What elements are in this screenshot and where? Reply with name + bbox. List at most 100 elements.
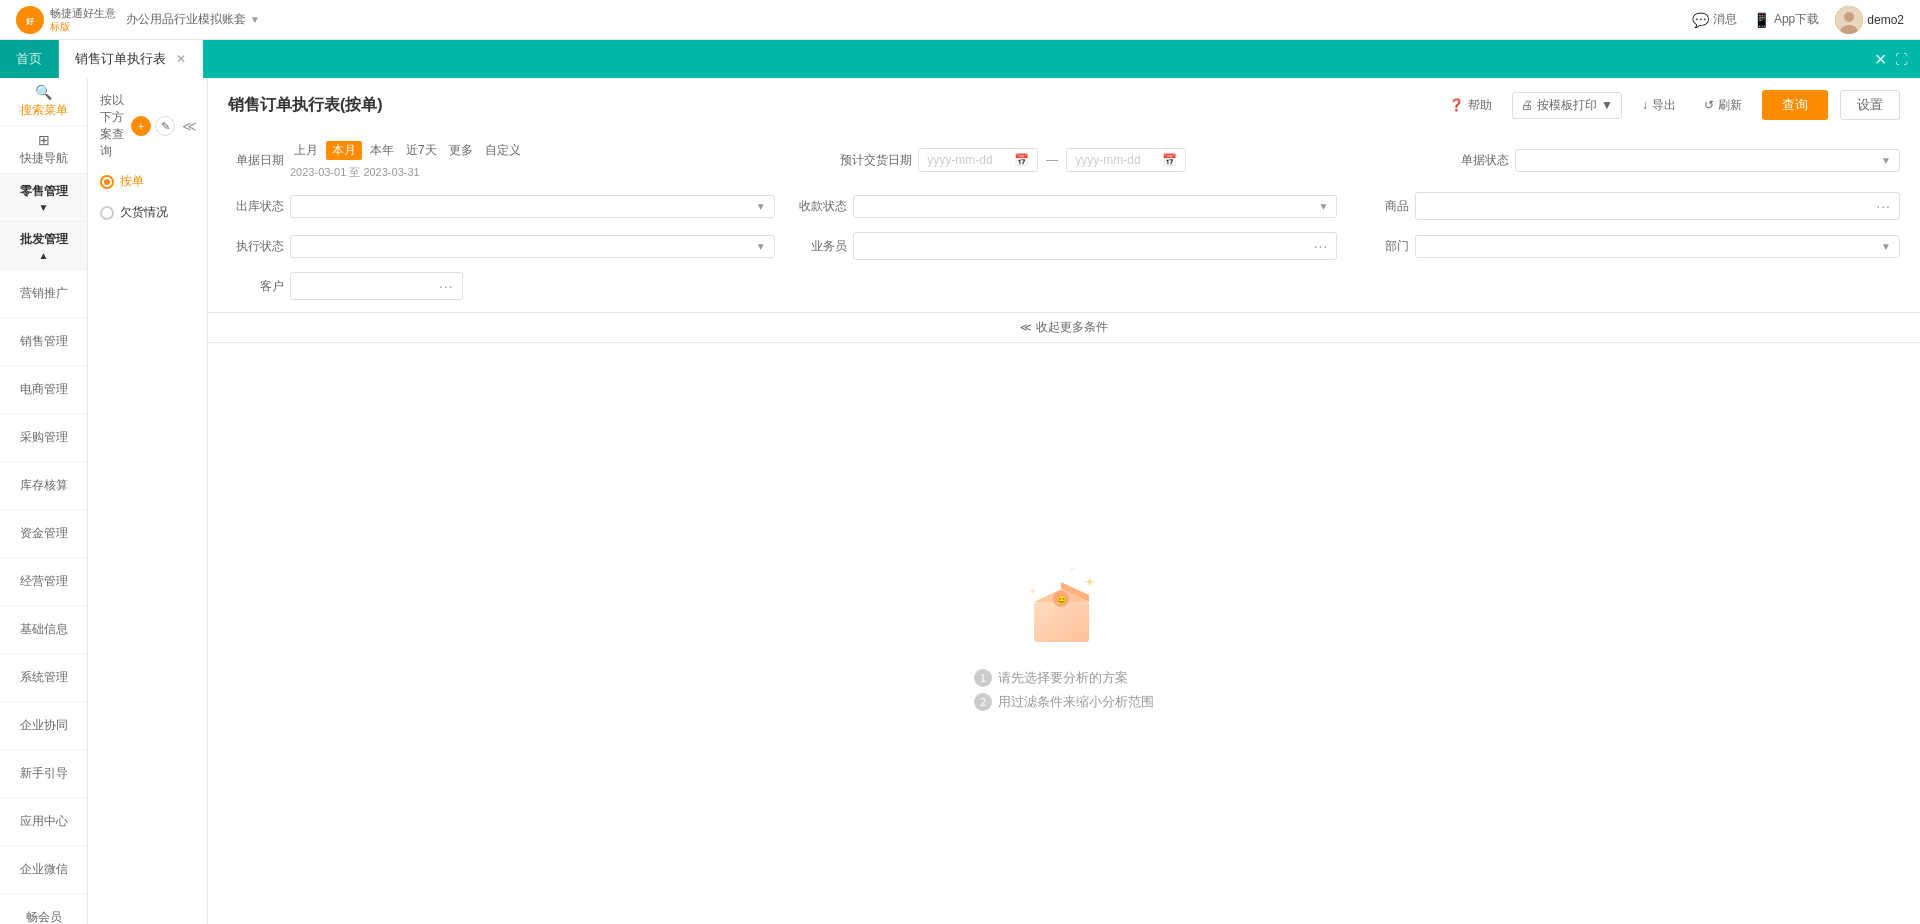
scheme-active-dot [104, 179, 110, 185]
settings-button[interactable]: 设置 [1840, 90, 1900, 120]
app-download-icon: 📱 [1753, 12, 1770, 28]
date-tab-this-year[interactable]: 本年 [366, 140, 398, 161]
page-title: 销售订单执行表(按单) [228, 95, 383, 116]
avatar [1835, 6, 1863, 34]
sidebar-item-wholesale[interactable]: 批发管理 ▲ [0, 222, 87, 270]
expected-date-from[interactable]: yyyy-mm-dd 📅 [918, 148, 1038, 172]
refresh-icon: ↺ [1704, 98, 1714, 112]
calendar-icon: 📅 [1014, 153, 1029, 167]
salesman-label: 业务员 [791, 238, 847, 255]
date-tab-this-month[interactable]: 本月 [326, 141, 362, 160]
template-print-button[interactable]: 🖨 按模板打印 ▼ [1512, 92, 1622, 119]
tab-maximize-icon[interactable]: ⛶ [1895, 52, 1908, 67]
sidebar-item-inventory[interactable]: 库存核算 [0, 462, 87, 510]
svg-text:✦: ✦ [1029, 586, 1037, 597]
date-tab-last-month[interactable]: 上月 [290, 140, 322, 161]
goods-more-icon: ··· [1876, 198, 1891, 214]
salesman-select[interactable]: ··· [853, 232, 1338, 260]
help-icon: ❓ [1449, 98, 1464, 112]
left-panel: 按以下方案查询 + ✎ ≪ 按单 欠货情况 [88, 78, 208, 924]
sidebar-item-operations[interactable]: 经营管理 [0, 558, 87, 606]
sidebar-quick-nav[interactable]: ⊞ 快捷导航 [0, 126, 87, 174]
sidebar-item-basic-info[interactable]: 基础信息 [0, 606, 87, 654]
date-tabs-row: 上月 本月 本年 近7天 更多 自定义 [290, 140, 525, 161]
tab-sales-order[interactable]: 销售订单执行表 ✕ [59, 40, 203, 78]
sidebar-item-enterprise-wechat[interactable]: 企业微信 [0, 846, 87, 894]
status-select[interactable]: ▼ [1515, 149, 1900, 172]
left-panel-header: 按以下方案查询 + ✎ ≪ [88, 86, 207, 166]
date-tab-more[interactable]: 更多 [445, 140, 477, 161]
customer-select[interactable]: ··· [290, 272, 463, 300]
empty-tip-1: 1 请先选择要分析的方案 [974, 669, 1154, 687]
execution-dropdown-icon: ▼ [756, 241, 766, 252]
expected-date-to[interactable]: yyyy-mm-dd 📅 [1066, 148, 1186, 172]
sidebar-item-finance[interactable]: 资金管理 [0, 510, 87, 558]
add-scheme-button[interactable]: + [131, 116, 151, 136]
scheme-active-indicator [100, 175, 114, 189]
tab-bar: 首页 销售订单执行表 ✕ ✕ ⛶ [0, 40, 1920, 78]
filter-outbound: 出库状态 ▼ [228, 195, 775, 218]
date-separator: — [1042, 153, 1062, 167]
print-dropdown-icon: ▼ [1601, 98, 1613, 112]
department-select[interactable]: ▼ [1415, 235, 1900, 258]
outbound-select[interactable]: ▼ [290, 195, 775, 218]
collapse-icon: ≪ [1020, 321, 1032, 334]
sidebar-item-member[interactable]: 畅会员 [0, 894, 87, 924]
page-header: 销售订单执行表(按单) ❓ 帮助 🖨 按模板打印 ▼ ↓ [208, 78, 1920, 128]
breadcrumb[interactable]: 办公用品行业模拟账套 ▼ [126, 11, 260, 28]
date-tabs: 上月 本月 本年 近7天 更多 自定义 [290, 140, 525, 161]
filter-goods: 商品 ··· [1353, 192, 1900, 220]
tab-minimize-icon[interactable]: ✕ [1874, 50, 1887, 69]
collection-label: 收款状态 [791, 198, 847, 215]
filter-department: 部门 ▼ [1353, 235, 1900, 258]
date-tab-custom[interactable]: 自定义 [481, 140, 525, 161]
query-button[interactable]: 查询 [1762, 90, 1828, 120]
user-area[interactable]: demo2 [1835, 6, 1904, 34]
filter-date: 单据日期 上月 本月 本年 近7天 更多 自定义 [228, 140, 824, 180]
execution-select[interactable]: ▼ [290, 235, 775, 258]
empty-tips: 1 请先选择要分析的方案 2 用过滤条件来缩小分析范围 [974, 669, 1154, 711]
sidebar-item-ecommerce[interactable]: 电商管理 [0, 366, 87, 414]
sidebar-item-app-center[interactable]: 应用中心 [0, 798, 87, 846]
logo-area[interactable]: 好 畅捷通好生意 标版 [16, 6, 116, 34]
refresh-button[interactable]: ↺ 刷新 [1696, 93, 1750, 118]
sidebar-item-purchase[interactable]: 采购管理 [0, 414, 87, 462]
page-header-actions: ❓ 帮助 🖨 按模板打印 ▼ ↓ 导出 ↺ [1441, 90, 1900, 120]
top-bar-left: 好 畅捷通好生意 标版 办公用品行业模拟账套 ▼ [16, 6, 260, 34]
scheme-item-order[interactable]: 按单 [88, 166, 207, 197]
filter-execution: 执行状态 ▼ [228, 235, 775, 258]
tab-home[interactable]: 首页 [0, 40, 59, 78]
export-button[interactable]: ↓ 导出 [1634, 93, 1684, 118]
sidebar-item-retail[interactable]: 零售管理 ▼ [0, 174, 87, 222]
collapse-panel-button[interactable]: ≪ [179, 116, 199, 136]
sidebar-item-system[interactable]: 系统管理 [0, 654, 87, 702]
message-button[interactable]: 💬 消息 [1692, 11, 1737, 28]
tab-close-icon[interactable]: ✕ [176, 52, 186, 66]
sidebar-item-sales[interactable]: 销售管理 [0, 318, 87, 366]
collection-select[interactable]: ▼ [853, 195, 1338, 218]
date-range-display: 2023-03-01 至 2023-03-31 [290, 165, 525, 180]
edit-scheme-button[interactable]: ✎ [155, 116, 175, 136]
sidebar-item-marketing[interactable]: 营销推广 [0, 270, 87, 318]
sidebar-item-collaboration[interactable]: 企业协同 [0, 702, 87, 750]
sidebar-item-guide[interactable]: 新手引导 [0, 750, 87, 798]
date-filter-group: 上月 本月 本年 近7天 更多 自定义 2023-03-01 至 2023-03… [290, 140, 525, 180]
help-button[interactable]: ❓ 帮助 [1441, 93, 1500, 118]
date-tab-7days[interactable]: 近7天 [402, 140, 441, 161]
top-bar-right: 💬 消息 📱 App下载 demo2 [1692, 6, 1904, 34]
collapse-bar[interactable]: ≪ 收起更多条件 [208, 313, 1920, 343]
filter-row-2: 出库状态 ▼ 收款状态 ▼ [228, 192, 1900, 220]
breadcrumb-dropdown-icon: ▼ [250, 14, 260, 25]
tab-actions: ✕ ⛶ [1862, 50, 1920, 69]
scheme-inactive-indicator [100, 206, 114, 220]
customer-label: 客户 [228, 278, 284, 295]
scheme-item-backorder[interactable]: 欠货情况 [88, 197, 207, 228]
goods-select[interactable]: ··· [1415, 192, 1900, 220]
right-main: 销售订单执行表(按单) ❓ 帮助 🖨 按模板打印 ▼ ↓ [208, 78, 1920, 924]
main-layout: 🔍 搜索菜单 ⊞ 快捷导航 零售管理 ▼ 批发管理 ▲ 营销推广 销售管理 电商… [0, 78, 1920, 924]
sidebar-search-menu[interactable]: 🔍 搜索菜单 [0, 78, 87, 126]
app-download-button[interactable]: 📱 App下载 [1753, 11, 1819, 28]
empty-tip-2: 2 用过滤条件来缩小分析范围 [974, 693, 1154, 711]
expected-date-label: 预计交货日期 [840, 152, 912, 169]
svg-point-3 [1844, 12, 1854, 22]
